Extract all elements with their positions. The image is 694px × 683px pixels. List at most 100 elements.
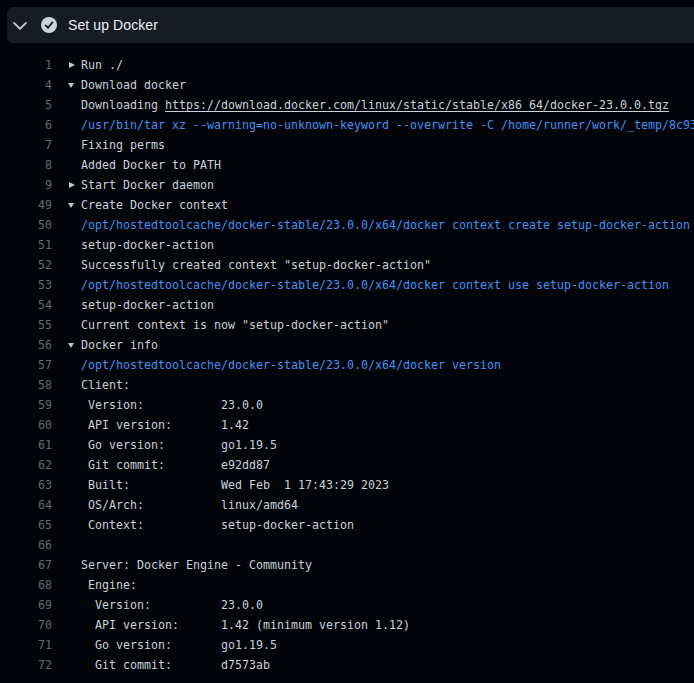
log-command-text: /opt/hostedtoolcache/docker-stable/23.0.…	[81, 275, 669, 295]
step-header[interactable]: Set up Docker	[7, 7, 694, 43]
line-number[interactable]: 59	[0, 395, 52, 415]
group-expanded-icon[interactable]	[68, 83, 74, 88]
line-number[interactable]: 62	[0, 455, 52, 475]
log-line: 50/opt/hostedtoolcache/docker-stable/23.…	[0, 215, 694, 235]
log-container: 1 Run ./ 4 Download docker 5 Downloading http…	[0, 55, 694, 675]
line-number[interactable]: 56	[0, 335, 52, 355]
line-number[interactable]: 66	[0, 535, 52, 555]
log-line: 52 Successfully created context "setup-do…	[0, 255, 694, 275]
line-number[interactable]: 64	[0, 495, 52, 515]
line-number[interactable]: 65	[0, 515, 52, 535]
log-line: 62 Git commit: e92dd87	[0, 455, 694, 475]
chevron-down-icon[interactable]	[12, 17, 28, 33]
log-text: Successfully created context "setup-dock…	[81, 255, 431, 275]
group-title[interactable]: Start Docker daemon	[81, 175, 214, 195]
line-number[interactable]: 61	[0, 435, 52, 455]
log-command-text: /opt/hostedtoolcache/docker-stable/23.0.…	[81, 355, 501, 375]
log-text: Client:	[81, 375, 130, 395]
log-line: 65 Context: setup-docker-action	[0, 515, 694, 535]
log-text: Git commit: e92dd87	[81, 455, 270, 475]
log-line: 72 Git commit: d7573ab	[0, 655, 694, 675]
log-text: setup-docker-action	[81, 235, 214, 255]
log-text: API version: 1.42 (minimum version 1.12)	[81, 615, 410, 635]
log-line: 61 Go version: go1.19.5	[0, 435, 694, 455]
log-line: 56 Docker info	[0, 335, 694, 355]
log-line: 6/usr/bin/tar xz --warning=no-unknown-ke…	[0, 115, 694, 135]
line-number[interactable]: 58	[0, 375, 52, 395]
log-line: 60 API version: 1.42	[0, 415, 694, 435]
log-line: 67 Server: Docker Engine - Community	[0, 555, 694, 575]
group-title[interactable]: Download docker	[81, 75, 186, 95]
log-text: Server: Docker Engine - Community	[81, 555, 312, 575]
line-number[interactable]: 7	[0, 135, 52, 155]
log-line: 58 Client:	[0, 375, 694, 395]
line-number[interactable]: 57	[0, 355, 52, 375]
line-number[interactable]: 63	[0, 475, 52, 495]
line-number[interactable]: 71	[0, 635, 52, 655]
log-text: Git commit: d7573ab	[81, 655, 270, 675]
log-line: 57/opt/hostedtoolcache/docker-stable/23.…	[0, 355, 694, 375]
log-text: Current context is now "setup-docker-act…	[81, 315, 389, 335]
line-number[interactable]: 49	[0, 195, 52, 215]
line-number[interactable]: 52	[0, 255, 52, 275]
log-line: 4 Download docker	[0, 75, 694, 95]
group-title[interactable]: Docker info	[81, 335, 158, 355]
group-title[interactable]: Run ./	[81, 55, 123, 75]
log-command-text: /opt/hostedtoolcache/docker-stable/23.0.…	[81, 215, 694, 235]
log-line: 51 setup-docker-action	[0, 235, 694, 255]
line-number[interactable]: 54	[0, 295, 52, 315]
log-line: 49 Create Docker context	[0, 195, 694, 215]
log-line: 66	[0, 535, 694, 555]
log-line: 64 OS/Arch: linux/amd64	[0, 495, 694, 515]
log-line: 63 Built: Wed Feb 1 17:43:29 2023	[0, 475, 694, 495]
line-number[interactable]: 6	[0, 115, 52, 135]
log-line: 69 Version: 23.0.0	[0, 595, 694, 615]
log-line: 7 Fixing perms	[0, 135, 694, 155]
log-line: 9 Start Docker daemon	[0, 175, 694, 195]
log-line: 54 setup-docker-action	[0, 295, 694, 315]
log-line: 8 Added Docker to PATH	[0, 155, 694, 175]
log-text: Version: 23.0.0	[81, 395, 263, 415]
line-number[interactable]: 72	[0, 655, 52, 675]
line-number[interactable]: 9	[0, 175, 52, 195]
log-text: Go version: go1.19.5	[81, 635, 277, 655]
log-text: API version: 1.42	[81, 415, 249, 435]
line-number[interactable]: 55	[0, 315, 52, 335]
log-text: Go version: go1.19.5	[81, 435, 277, 455]
line-number[interactable]: 53	[0, 275, 52, 295]
line-number[interactable]: 60	[0, 415, 52, 435]
log-line: 59 Version: 23.0.0	[0, 395, 694, 415]
log-line: 1 Run ./	[0, 55, 694, 75]
line-number[interactable]: 69	[0, 595, 52, 615]
group-collapsed-icon[interactable]	[69, 62, 75, 68]
log-text: Added Docker to PATH	[81, 155, 221, 175]
line-number[interactable]: 5	[0, 95, 52, 115]
log-text: Fixing perms	[81, 135, 165, 155]
line-number[interactable]: 67	[0, 555, 52, 575]
group-expanded-icon[interactable]	[68, 343, 74, 348]
step-title: Set up Docker	[68, 17, 158, 33]
line-number[interactable]: 50	[0, 215, 52, 235]
log-line: 55 Current context is now "setup-docker-a…	[0, 315, 694, 335]
log-link[interactable]: https://download.docker.com/linux/static…	[165, 98, 669, 112]
log-text: Context: setup-docker-action	[81, 515, 354, 535]
group-title[interactable]: Create Docker context	[81, 195, 228, 215]
line-number[interactable]: 1	[0, 55, 52, 75]
line-number[interactable]: 68	[0, 575, 52, 595]
log-line: 53/opt/hostedtoolcache/docker-stable/23.…	[0, 275, 694, 295]
log-line: 68 Engine:	[0, 575, 694, 595]
log-line: 71 Go version: go1.19.5	[0, 635, 694, 655]
line-number[interactable]: 51	[0, 235, 52, 255]
group-collapsed-icon[interactable]	[69, 182, 75, 188]
log-command-text: /usr/bin/tar xz --warning=no-unknown-key…	[81, 115, 694, 135]
line-number[interactable]: 70	[0, 615, 52, 635]
log-text: Downloading https://download.docker.com/…	[81, 95, 669, 115]
log-text: Built: Wed Feb 1 17:43:29 2023	[81, 475, 389, 495]
log-text: OS/Arch: linux/amd64	[81, 495, 298, 515]
log-text: Engine:	[81, 575, 137, 595]
log-text: setup-docker-action	[81, 295, 214, 315]
group-expanded-icon[interactable]	[68, 203, 74, 208]
line-number[interactable]: 8	[0, 155, 52, 175]
check-circle-icon	[41, 17, 57, 33]
line-number[interactable]: 4	[0, 75, 52, 95]
